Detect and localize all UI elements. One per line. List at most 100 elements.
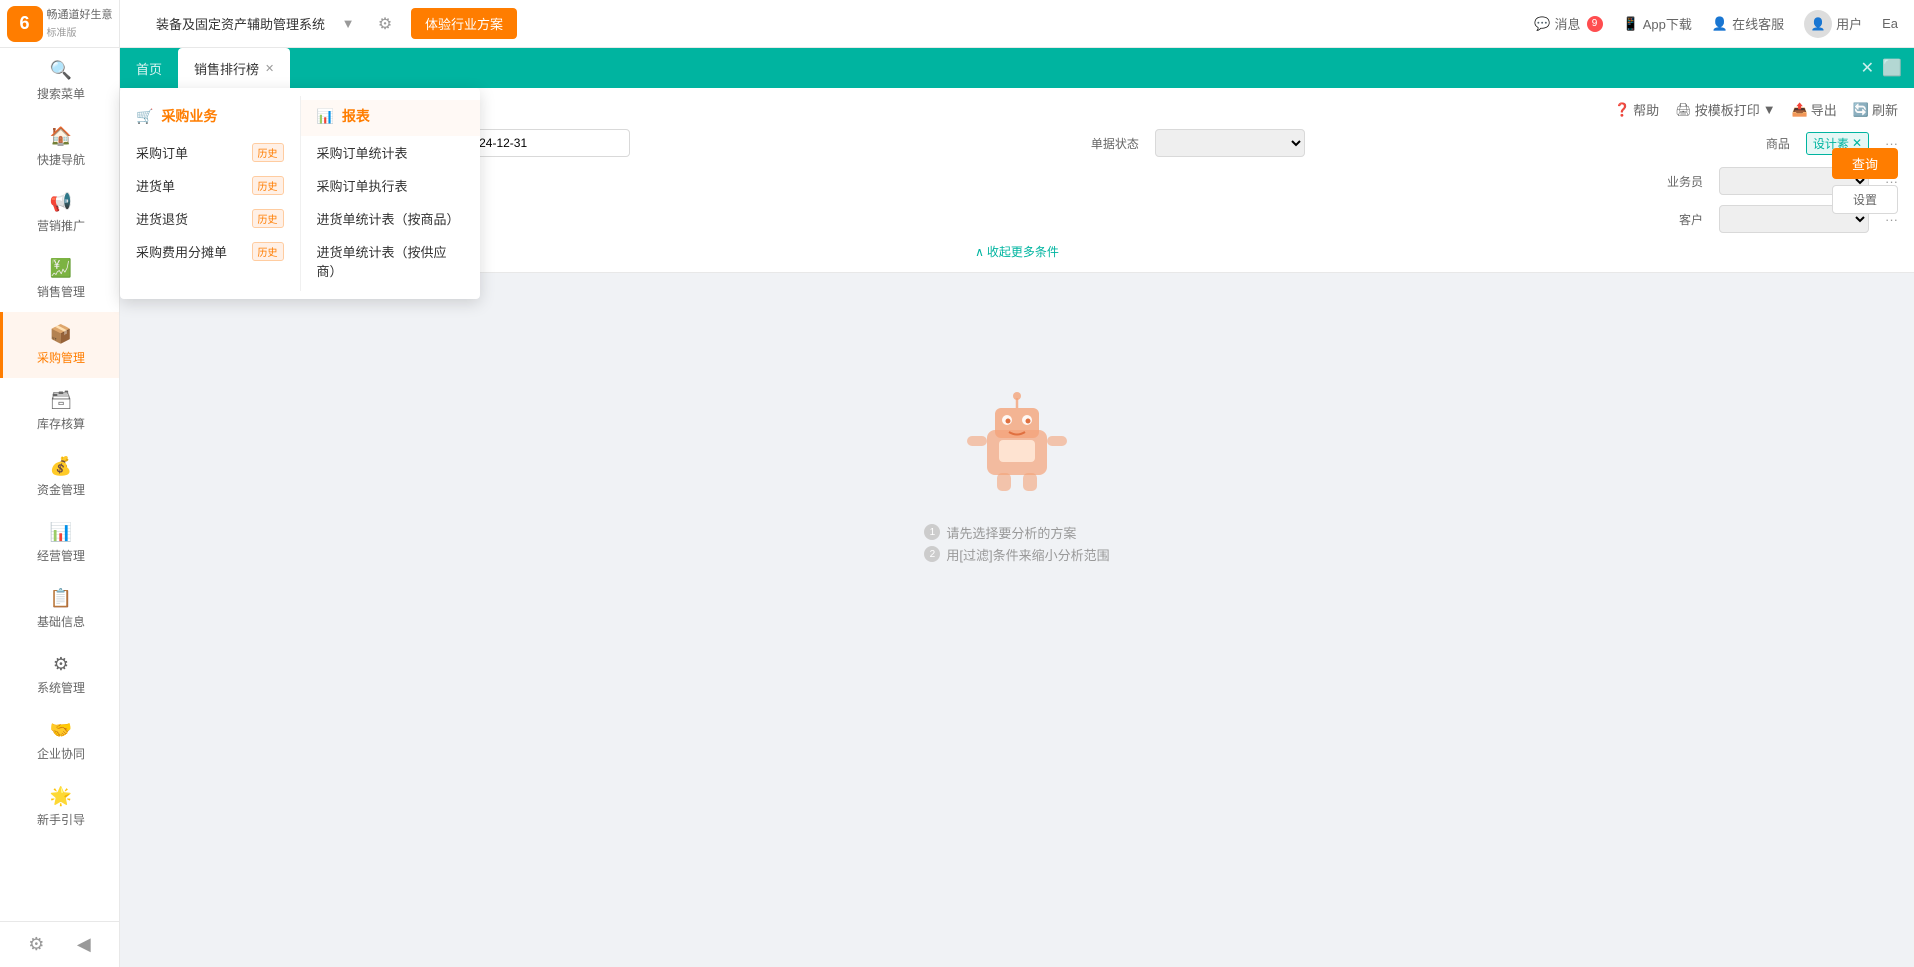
dropdown-item-return[interactable]: 进货退货 历史	[120, 202, 300, 235]
sidebar-nav: 🔍 搜索菜单 🏠 快捷导航 📢 营销推广 💹 销售管理 📦 采购管理 🗃 库存核…	[0, 48, 119, 921]
reports-col-icon: 📊	[317, 108, 334, 125]
sales-icon: 💹	[50, 258, 72, 279]
app-download-label: App下载	[1643, 14, 1692, 33]
user-menu[interactable]: 👤 用户	[1804, 10, 1862, 38]
tab-bar-close-icon[interactable]: ✕	[1861, 58, 1874, 78]
logo-area: 6 畅通道好生意 标准版	[0, 0, 119, 48]
print-button[interactable]: 🖨 按模板打印 ▼	[1675, 100, 1775, 119]
home-icon: 🏠	[50, 126, 72, 147]
help-button[interactable]: ❓ 帮助	[1614, 100, 1659, 119]
user-label: 用户	[1836, 14, 1862, 33]
refresh-button[interactable]: 🔄 刷新	[1853, 100, 1898, 119]
collapse-arrow-icon: ∧	[975, 245, 984, 259]
sidebar-item-enterprise[interactable]: 🤝 企业协同	[0, 708, 119, 774]
detection-text: Ea	[1882, 16, 1898, 31]
logo-name: 畅通道好生意	[47, 8, 113, 23]
sidebar-footer: ⚙ ◀	[0, 921, 119, 967]
system-title: 装备及固定资产辅助管理系统	[156, 14, 325, 33]
purchase-col-header: 🛒 采购业务	[120, 100, 300, 136]
sidebar-item-purchase[interactable]: 📦 采购管理	[0, 312, 119, 378]
settings-footer-icon[interactable]: ⚙	[28, 934, 44, 955]
sidebar-item-operations[interactable]: 📊 经营管理	[0, 510, 119, 576]
sidebar-item-operations-label: 经营管理	[37, 547, 85, 564]
message-button[interactable]: 💬 消息 9	[1534, 14, 1602, 33]
purchase-order-label: 采购订单	[136, 143, 188, 162]
sidebar-item-system-label: 系统管理	[37, 679, 85, 696]
message-badge: 9	[1587, 16, 1603, 32]
collapse-sidebar-icon[interactable]: ◀	[77, 934, 91, 955]
message-label: 消息	[1555, 14, 1581, 33]
app-download-button[interactable]: 📱 App下载	[1623, 14, 1692, 33]
sidebar: 6 畅通道好生意 标准版 🔍 搜索菜单 🏠 快捷导航 📢 营销推广 💹 销售管理…	[0, 0, 120, 967]
inventory-icon: 🗃	[50, 390, 73, 411]
logo-edition: 标准版	[47, 24, 113, 39]
top-header: 装备及固定资产辅助管理系统 ▼ ⚙ 体验行业方案 💬 消息 9 📱 App下载 …	[120, 0, 1914, 48]
tab-home-label: 首页	[136, 59, 162, 78]
reports-col-header: 📊 报表	[301, 100, 481, 136]
tab-bar: 首页 销售排行榜 ✕ ✕ ⬜	[120, 48, 1914, 88]
order-exec-label: 采购订单执行表	[317, 176, 408, 195]
sidebar-item-basic-label: 基础信息	[37, 613, 85, 630]
sidebar-item-guide-label: 新手引导	[37, 811, 85, 828]
purchase-col-icon: 🛒	[136, 108, 153, 125]
industry-button[interactable]: 体验行业方案	[411, 8, 517, 39]
system-gear-button[interactable]: ⚙	[371, 10, 399, 38]
sidebar-item-system[interactable]: ⚙ 系统管理	[0, 642, 119, 708]
sidebar-item-search[interactable]: 🔍 搜索菜单	[0, 48, 119, 114]
sidebar-item-enterprise-label: 企业协同	[37, 745, 85, 762]
dropdown-item-order-exec[interactable]: 采购订单执行表	[301, 169, 481, 202]
return-label: 进货退货	[136, 209, 188, 228]
purchase-order-history-badge: 历史	[252, 143, 284, 162]
sidebar-item-basic[interactable]: 📋 基础信息	[0, 576, 119, 642]
sidebar-item-marketing-label: 营销推广	[37, 217, 85, 234]
basic-icon: 📋	[50, 588, 72, 609]
online-service-button[interactable]: 👤 在线客服	[1712, 14, 1784, 33]
collapse-conditions-button[interactable]: ∧ 收起更多条件	[975, 243, 1059, 260]
sidebar-item-guide[interactable]: 🌟 新手引导	[0, 774, 119, 840]
print-icon: 🖨	[1675, 102, 1692, 118]
system-title-dropdown[interactable]: ▼	[337, 13, 359, 35]
export-button[interactable]: 📤 导出	[1792, 100, 1837, 119]
tab-close-icon[interactable]: ✕	[265, 62, 274, 75]
tab-sales-rank[interactable]: 销售排行榜 ✕	[178, 48, 290, 88]
phone-icon: 📱	[1623, 16, 1639, 32]
guide-icon: 🌟	[50, 786, 72, 807]
sidebar-item-sales[interactable]: 💹 销售管理	[0, 246, 119, 312]
empty-illustration	[957, 380, 1077, 500]
tab-sales-rank-label: 销售排行榜	[194, 59, 259, 78]
empty-state: 1 请先选择要分析的方案 2 用[过滤]条件来缩小分析范围	[120, 273, 1914, 673]
date-end-input[interactable]	[457, 129, 630, 157]
dropdown-item-inbound-stats-goods[interactable]: 进货单统计表（按商品）	[301, 202, 481, 235]
sidebar-item-inventory[interactable]: 🗃 库存核算	[0, 378, 119, 444]
inbound-label: 进货单	[136, 176, 175, 195]
logo-icon: 6	[7, 6, 43, 42]
empty-tip-1-text: 请先选择要分析的方案	[946, 523, 1076, 542]
empty-tip-2: 2 用[过滤]条件来缩小分析范围	[924, 545, 1109, 564]
empty-tip-1: 1 请先选择要分析的方案	[924, 523, 1109, 542]
marketing-icon: 📢	[50, 192, 72, 213]
dropdown-item-order-stats[interactable]: 采购订单统计表	[301, 136, 481, 169]
help-icon: ❓	[1614, 102, 1630, 118]
dropdown-item-expense[interactable]: 采购费用分摊单 历史	[120, 235, 300, 268]
inbound-stats-supplier-label: 进货单统计表（按供应商）	[317, 242, 465, 280]
tab-home[interactable]: 首页	[120, 48, 178, 88]
sidebar-item-quick-nav[interactable]: 🏠 快捷导航	[0, 114, 119, 180]
sidebar-item-finance[interactable]: 💰 资金管理	[0, 444, 119, 510]
collapse-label: 收起更多条件	[987, 243, 1059, 260]
system-icon: ⚙	[53, 654, 69, 675]
header-right: 💬 消息 9 📱 App下载 👤 在线客服 👤 用户 Ea	[1534, 10, 1898, 38]
settings-button[interactable]: 设置	[1832, 185, 1898, 214]
bill-status-select[interactable]	[1155, 129, 1305, 157]
tab-bar-expand-icon[interactable]: ⬜	[1882, 58, 1902, 78]
dropdown-item-inbound[interactable]: 进货单 历史	[120, 169, 300, 202]
purchase-icon: 📦	[50, 324, 72, 345]
sidebar-item-marketing[interactable]: 📢 营销推广	[0, 180, 119, 246]
expense-label: 采购费用分摊单	[136, 242, 227, 261]
query-button[interactable]: 查询	[1832, 148, 1898, 179]
dropdown-item-inbound-stats-supplier[interactable]: 进货单统计表（按供应商）	[301, 235, 481, 287]
purchase-dropdown-menu: 🛒 采购业务 采购订单 历史 进货单 历史 进货退货 历史 采购费用分摊单 历史…	[120, 88, 480, 299]
purchase-business-column: 🛒 采购业务 采购订单 历史 进货单 历史 进货退货 历史 采购费用分摊单 历史	[120, 88, 300, 299]
expense-history-badge: 历史	[252, 242, 284, 261]
dropdown-item-purchase-order[interactable]: 采购订单 历史	[120, 136, 300, 169]
customer-label: 客户	[1679, 211, 1703, 228]
